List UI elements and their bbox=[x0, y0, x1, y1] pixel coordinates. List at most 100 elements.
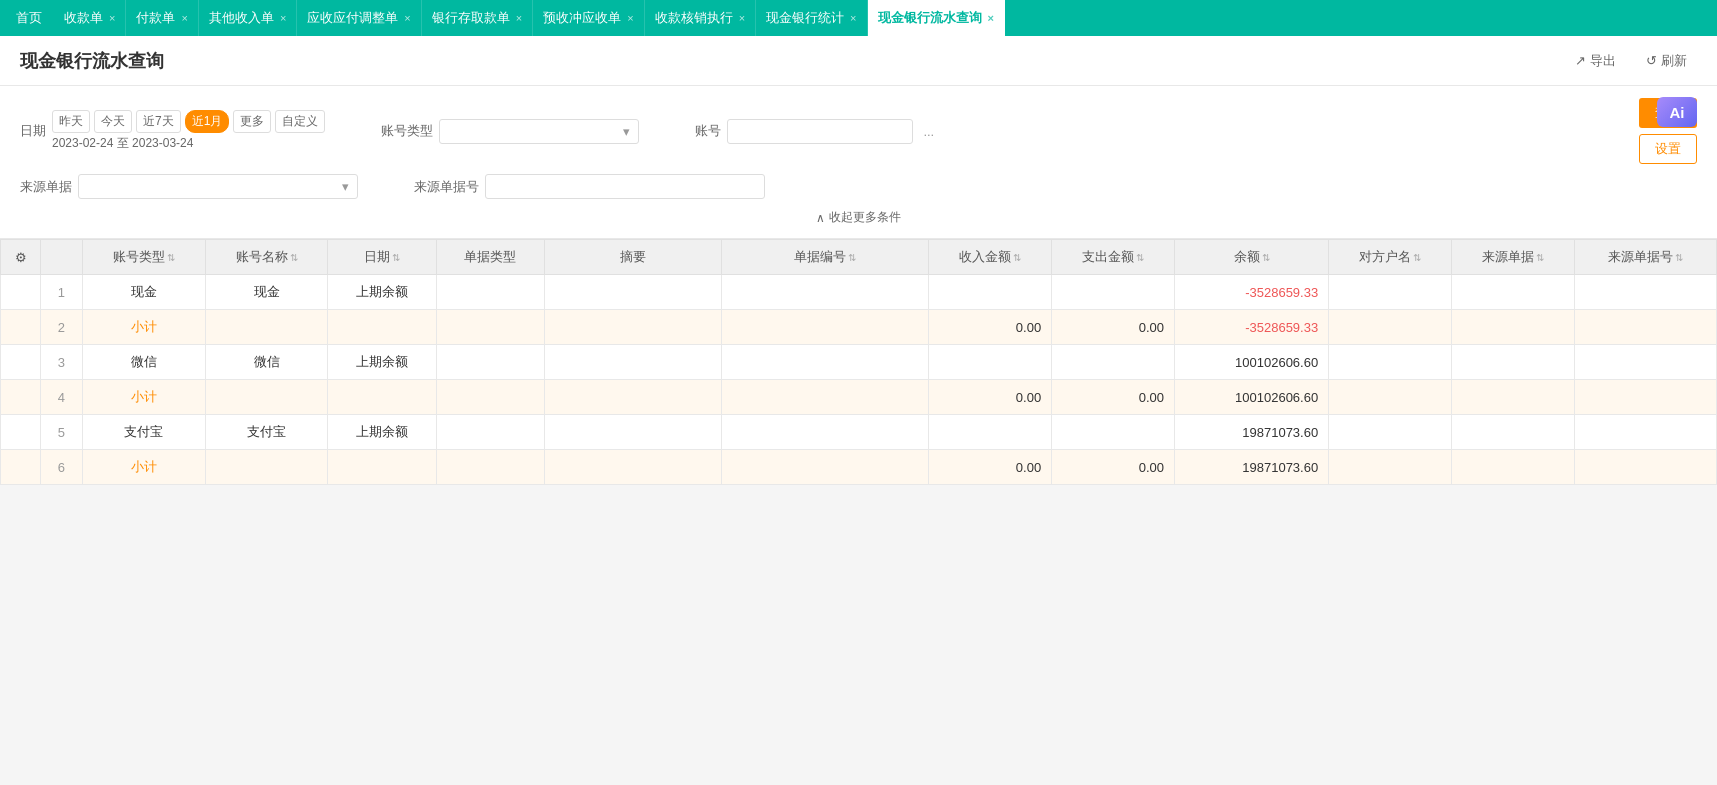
nav-tabs: 收款单×付款单×其他收入单×应收应付调整单×银行存取款单×预收冲应收单×收款核销… bbox=[54, 0, 1005, 36]
date-btn-近1月[interactable]: 近1月 bbox=[185, 110, 230, 133]
col-header-date[interactable]: 日期⇅ bbox=[328, 240, 436, 275]
filter-row-2: 来源单据 ▾ 来源单据号 bbox=[20, 174, 1697, 199]
nav-tab-应收应付调整单[interactable]: 应收应付调整单× bbox=[297, 0, 421, 36]
table-row: 1现金现金上期余额-3528659.33 bbox=[1, 275, 1717, 310]
account-type-filter-group: 账号类型 ▾ bbox=[381, 119, 639, 144]
cell-doc-type bbox=[436, 310, 544, 345]
col-header-balance[interactable]: 余额⇅ bbox=[1175, 240, 1329, 275]
table-row: 6小计0.000.0019871073.60 bbox=[1, 450, 1717, 485]
filter-area: 日期 昨天今天近7天近1月更多自定义 2023-02-24 至 2023-03-… bbox=[0, 86, 1717, 239]
cell-idx: 1 bbox=[41, 275, 83, 310]
source-doc-no-input-wrap bbox=[485, 174, 765, 199]
nav-tab-label: 银行存取款单 bbox=[432, 9, 510, 27]
sort-icon: ⇅ bbox=[1013, 252, 1021, 263]
cell-expense bbox=[1052, 345, 1175, 380]
ai-badge[interactable]: Ai bbox=[1657, 97, 1697, 127]
cell-gear bbox=[1, 310, 41, 345]
date-btn-更多[interactable]: 更多 bbox=[233, 110, 271, 133]
cell-balance: -3528659.33 bbox=[1175, 275, 1329, 310]
cell-summary bbox=[544, 345, 722, 380]
gear-icon[interactable]: ⚙ bbox=[15, 250, 27, 265]
data-table: ⚙账号类型⇅账号名称⇅日期⇅单据类型摘要单据编号⇅收入金额⇅支出金额⇅余额⇅对方… bbox=[0, 239, 1717, 485]
filter-row-1: 日期 昨天今天近7天近1月更多自定义 2023-02-24 至 2023-03-… bbox=[20, 98, 1697, 164]
col-header-source_doc[interactable]: 来源单据⇅ bbox=[1452, 240, 1575, 275]
cell-source-doc-no bbox=[1574, 310, 1716, 345]
nav-tab-银行存取款单[interactable]: 银行存取款单 × bbox=[422, 0, 533, 36]
nav-tab-付款单[interactable]: 付款单× bbox=[126, 0, 198, 36]
nav-tab-其他收入单[interactable]: 其他收入单× bbox=[199, 0, 297, 36]
nav-tab-close[interactable]: × bbox=[627, 12, 633, 24]
cell-doc-no bbox=[722, 310, 929, 345]
col-header-counterpart[interactable]: 对方户名⇅ bbox=[1329, 240, 1452, 275]
cell-counterpart bbox=[1329, 345, 1452, 380]
cell-gear bbox=[1, 415, 41, 450]
nav-tab-close[interactable]: × bbox=[516, 12, 522, 24]
col-header-account_type[interactable]: 账号类型⇅ bbox=[82, 240, 205, 275]
cell-idx: 2 bbox=[41, 310, 83, 345]
sort-icon: ⇅ bbox=[392, 252, 400, 263]
nav-tab-close[interactable]: × bbox=[988, 12, 994, 24]
source-doc-arrow-icon: ▾ bbox=[342, 179, 349, 194]
source-doc-no-input[interactable] bbox=[494, 179, 756, 194]
col-header-doc_type: 单据类型 bbox=[436, 240, 544, 275]
cell-expense: 0.00 bbox=[1052, 310, 1175, 345]
cell-date bbox=[328, 450, 436, 485]
col-header-account_name[interactable]: 账号名称⇅ bbox=[205, 240, 328, 275]
col-header-income[interactable]: 收入金额⇅ bbox=[929, 240, 1052, 275]
cell-counterpart bbox=[1329, 450, 1452, 485]
cell-doc-type bbox=[436, 450, 544, 485]
col-header-doc_no[interactable]: 单据编号⇅ bbox=[722, 240, 929, 275]
account-input[interactable] bbox=[736, 124, 904, 139]
table-row: 2小计0.000.00-3528659.33 bbox=[1, 310, 1717, 345]
date-btn-自定义[interactable]: 自定义 bbox=[275, 110, 325, 133]
account-type-select[interactable]: ▾ bbox=[439, 119, 639, 144]
collapse-row: ∧ 收起更多条件 bbox=[20, 209, 1697, 226]
cell-source-doc bbox=[1452, 310, 1575, 345]
account-dots-button[interactable]: ... bbox=[919, 124, 938, 139]
nav-tab-close[interactable]: × bbox=[280, 12, 286, 24]
table-row: 3微信微信上期余额100102606.60 bbox=[1, 345, 1717, 380]
settings-button[interactable]: 设置 bbox=[1639, 134, 1697, 164]
account-type-arrow-icon: ▾ bbox=[623, 124, 630, 139]
col-header-expense[interactable]: 支出金额⇅ bbox=[1052, 240, 1175, 275]
cell-doc-no bbox=[722, 275, 929, 310]
sort-icon: ⇅ bbox=[1262, 252, 1270, 263]
cell-doc-no bbox=[722, 345, 929, 380]
top-nav: 首页 收款单×付款单×其他收入单×应收应付调整单×银行存取款单×预收冲应收单×收… bbox=[0, 0, 1717, 36]
nav-tab-收款核销执行[interactable]: 收款核销执行× bbox=[645, 0, 756, 36]
cell-gear bbox=[1, 380, 41, 415]
collapse-icon: ∧ bbox=[816, 211, 825, 225]
date-btn-近7天[interactable]: 近7天 bbox=[136, 110, 181, 133]
cell-expense: 0.00 bbox=[1052, 380, 1175, 415]
cell-summary bbox=[544, 380, 722, 415]
cell-counterpart bbox=[1329, 380, 1452, 415]
nav-tab-收款单[interactable]: 收款单× bbox=[54, 0, 126, 36]
source-doc-select[interactable]: ▾ bbox=[78, 174, 358, 199]
refresh-button[interactable]: ↺ 刷新 bbox=[1636, 48, 1697, 74]
nav-tab-预收冲应收单[interactable]: 预收冲应收单× bbox=[533, 0, 644, 36]
nav-tab-现金银行统计[interactable]: 现金银行统计 × bbox=[756, 0, 867, 36]
cell-account-name bbox=[205, 450, 328, 485]
nav-tab-现金银行流水查询[interactable]: 现金银行流水查询 × bbox=[868, 0, 1005, 36]
nav-tab-label: 现金银行统计 bbox=[766, 9, 844, 27]
col-header-gear: ⚙ bbox=[1, 240, 41, 275]
nav-tab-close[interactable]: × bbox=[109, 12, 115, 24]
nav-home[interactable]: 首页 bbox=[4, 9, 54, 27]
nav-tab-close[interactable]: × bbox=[181, 12, 187, 24]
date-btns: 昨天今天近7天近1月更多自定义 bbox=[52, 110, 325, 133]
date-btn-昨天[interactable]: 昨天 bbox=[52, 110, 90, 133]
nav-tab-close[interactable]: × bbox=[739, 12, 745, 24]
export-button[interactable]: ↗ 导出 bbox=[1565, 48, 1626, 74]
col-header-source_doc_no[interactable]: 来源单据号⇅ bbox=[1574, 240, 1716, 275]
nav-tab-label: 现金银行流水查询 bbox=[878, 9, 982, 27]
collapse-button[interactable]: ∧ 收起更多条件 bbox=[816, 209, 901, 226]
nav-tab-close[interactable]: × bbox=[404, 12, 410, 24]
date-btn-今天[interactable]: 今天 bbox=[94, 110, 132, 133]
cell-source-doc bbox=[1452, 380, 1575, 415]
cell-gear bbox=[1, 275, 41, 310]
cell-source-doc-no bbox=[1574, 450, 1716, 485]
account-filter-group: 账号 ... bbox=[695, 119, 938, 144]
nav-tab-close[interactable]: × bbox=[850, 12, 856, 24]
cell-counterpart bbox=[1329, 275, 1452, 310]
cell-doc-type bbox=[436, 415, 544, 450]
